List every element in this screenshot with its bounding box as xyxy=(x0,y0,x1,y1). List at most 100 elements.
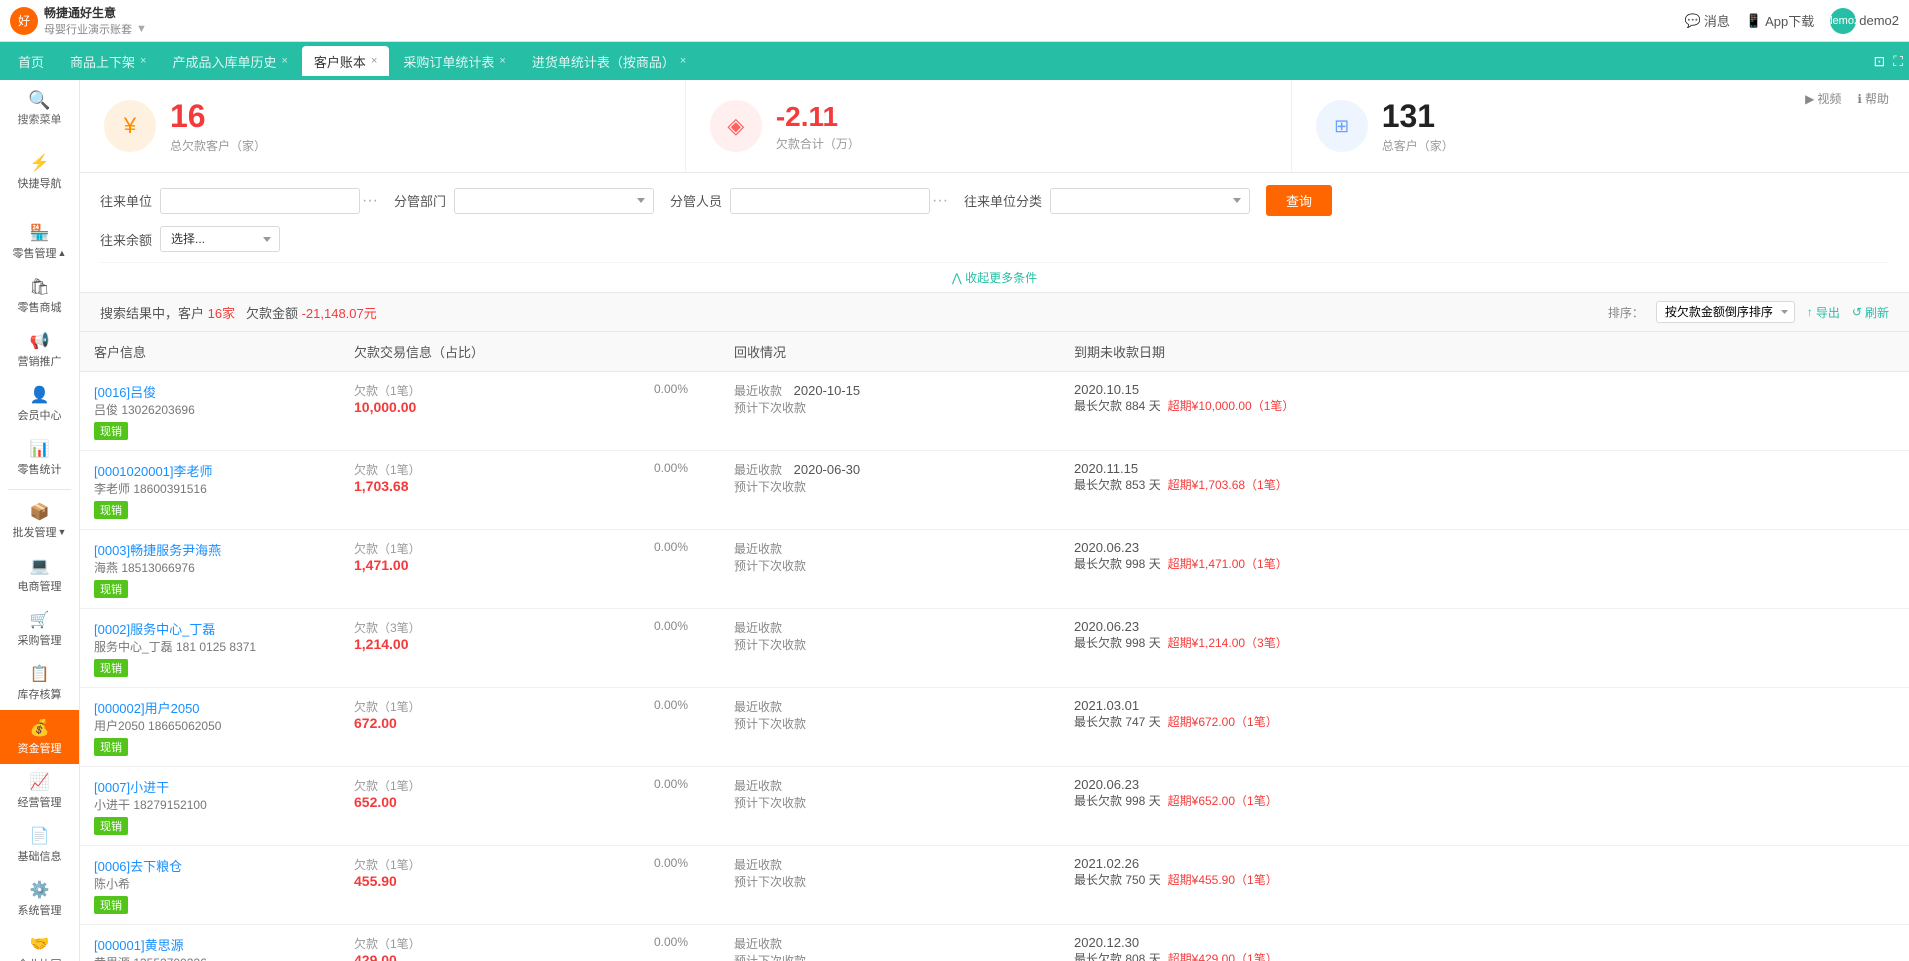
tab-restore-btn[interactable]: ⊡ xyxy=(1873,53,1885,70)
sort-select[interactable]: 按欠款金额倒序排序 xyxy=(1656,301,1795,323)
tab-purchase-product[interactable]: 进货单统计表（按商品） × xyxy=(520,46,698,76)
sidebar-item-finance[interactable]: 💰 资金管理 xyxy=(0,710,79,764)
export-btn[interactable]: ↑ 导出 xyxy=(1807,304,1840,321)
user-profile[interactable]: demo2 demo2 xyxy=(1830,8,1899,34)
cell-recovery-6: 最近收款 预计下次收款 xyxy=(720,846,1060,925)
overdue-link-6[interactable]: 超期¥455.90（1笔） xyxy=(1168,873,1278,887)
customer-name-6[interactable]: [0006]去下粮仓 xyxy=(94,856,326,875)
filter-collapse-btn[interactable]: ⋀ 收起更多条件 xyxy=(100,262,1889,292)
table-row: [0007]小进干 小进干 18279152100 现销 欠款（1笔） 652.… xyxy=(80,767,1909,846)
sidebar-item-ecommerce[interactable]: 💻 电商管理 xyxy=(0,548,79,602)
sidebar-item-retail-mall[interactable]: 🛍 零售商城 xyxy=(0,269,79,323)
debt-amount-3[interactable]: 1,214.00 xyxy=(354,636,626,652)
help-icon: ℹ xyxy=(1857,92,1862,106)
sidebar-item-basic[interactable]: 📄 基础信息 xyxy=(0,818,79,872)
debt-amount-7[interactable]: 429.00 xyxy=(354,952,626,961)
app-download-btn[interactable]: 📱 App下载 xyxy=(1746,11,1814,30)
tab-close-products-history[interactable]: × xyxy=(281,55,287,67)
sidebar-search[interactable]: 🔍 搜索菜单 xyxy=(0,80,79,137)
overdue-link-1[interactable]: 超期¥1,703.68（1笔） xyxy=(1168,478,1288,492)
debt-count-5: 欠款（1笔） xyxy=(354,777,626,794)
tab-purchase-order[interactable]: 采购订单统计表 × xyxy=(391,46,517,76)
sidebar-item-member[interactable]: 👤 会员中心 xyxy=(0,377,79,431)
sidebar-item-batch-mgmt[interactable]: 📦 批发管理 ▼ xyxy=(0,494,79,548)
table-row: [000002]用户2050 用户2050 18665062050 现销 欠款（… xyxy=(80,688,1909,767)
customer-name-0[interactable]: [0016]吕俊 xyxy=(94,382,326,401)
video-btn[interactable]: ▶ 视频 xyxy=(1805,90,1841,107)
stat-info-total: 131 总客户（家） xyxy=(1382,98,1454,154)
cell-customer-info-1: [0001020001]李老师 李老师 18600391516 现销 xyxy=(80,451,340,530)
tabs-controls: ⊡ ⛶ xyxy=(1873,53,1903,70)
overdue-link-4[interactable]: 超期¥672.00（1笔） xyxy=(1168,715,1278,729)
cell-due-date-5: 2020.06.23 最长欠款 998 天 超期¥652.00（1笔） xyxy=(1060,767,1909,846)
sidebar-item-marketing[interactable]: 📢 营销推广 xyxy=(0,323,79,377)
source-unit-more[interactable]: ··· xyxy=(362,192,378,210)
sidebar-item-operations[interactable]: 📈 经营管理 xyxy=(0,764,79,818)
debt-amount-4[interactable]: 672.00 xyxy=(354,715,626,731)
tab-close-purchase-order[interactable]: × xyxy=(499,55,505,67)
debt-count-7: 欠款（1笔） xyxy=(354,935,626,952)
tab-maximize-btn[interactable]: ⛶ xyxy=(1893,53,1903,70)
message-btn[interactable]: 💬 消息 xyxy=(1685,11,1730,30)
next-collect-0: 预计下次收款 xyxy=(734,399,1046,416)
debt-amount-6[interactable]: 455.90 xyxy=(354,873,626,889)
message-icon: 💬 xyxy=(1685,13,1701,29)
cell-debt-percent-6: 0.00% xyxy=(640,846,720,925)
balance-select[interactable]: 选择... xyxy=(160,226,280,252)
debt-amount-1[interactable]: 1,703.68 xyxy=(354,478,626,494)
sidebar-item-enterprise[interactable]: 🤝 企业协同 xyxy=(0,926,79,961)
sidebar-item-purchase[interactable]: 🛒 采购管理 xyxy=(0,602,79,656)
search-icon: 🔍 xyxy=(0,90,79,111)
customer-tag-2: 现销 xyxy=(94,580,128,598)
search-button[interactable]: 查询 xyxy=(1266,185,1332,216)
total-customers-icon: ⊞ xyxy=(1316,100,1368,152)
sidebar-item-retail-stats[interactable]: 📊 零售统计 xyxy=(0,431,79,485)
cell-recovery-3: 最近收款 预计下次收款 xyxy=(720,609,1060,688)
due-date-6: 2021.02.26 xyxy=(1074,856,1895,871)
tab-close-customer-account[interactable]: × xyxy=(371,55,377,67)
customer-name-3[interactable]: [0002]服务中心_丁磊 xyxy=(94,619,326,638)
due-date-4: 2021.03.01 xyxy=(1074,698,1895,713)
unit-type-select[interactable] xyxy=(1050,188,1250,214)
manager-more[interactable]: ··· xyxy=(932,192,948,210)
cell-customer-info-4: [000002]用户2050 用户2050 18665062050 现销 xyxy=(80,688,340,767)
customer-debt-table: 客户信息 欠款交易信息（占比） 回收情况 到期未收款日期 [0016]吕俊 吕俊… xyxy=(80,332,1909,961)
filter-balance: 往来余额 选择... xyxy=(100,226,280,252)
tab-close-products-offline[interactable]: × xyxy=(140,55,146,67)
debt-amount-2[interactable]: 1,471.00 xyxy=(354,557,626,573)
help-btn[interactable]: ℹ 帮助 xyxy=(1857,90,1889,107)
dept-select[interactable] xyxy=(454,188,654,214)
tab-customer-account[interactable]: 客户账本 × xyxy=(302,46,389,76)
sidebar-item-quick-nav[interactable]: ⚡ 快捷导航 xyxy=(0,145,79,199)
customer-name-7[interactable]: [000001]黄思源 xyxy=(94,935,326,954)
customer-name-2[interactable]: [0003]畅捷服务尹海燕 xyxy=(94,540,326,559)
sidebar-item-inventory[interactable]: 📋 库存核算 xyxy=(0,656,79,710)
source-unit-input[interactable] xyxy=(160,188,360,214)
debt-amount-5[interactable]: 652.00 xyxy=(354,794,626,810)
customer-contact-7: 黄思源 13552700226 xyxy=(94,954,326,961)
cell-debt-percent-0: 0.00% xyxy=(640,372,720,451)
overdue-link-3[interactable]: 超期¥1,214.00（3笔） xyxy=(1168,636,1288,650)
stat-info-debt: -2.11 欠款合计（万） xyxy=(776,101,860,152)
customer-name-4[interactable]: [000002]用户2050 xyxy=(94,698,326,717)
cell-due-date-6: 2021.02.26 最长欠款 750 天 超期¥455.90（1笔） xyxy=(1060,846,1909,925)
tab-products-offline[interactable]: 商品上下架 × xyxy=(58,46,158,76)
sidebar-item-system[interactable]: ⚙️ 系统管理 xyxy=(0,872,79,926)
refresh-btn[interactable]: ↺ 刷新 xyxy=(1852,304,1889,321)
customer-name-5[interactable]: [0007]小进干 xyxy=(94,777,326,796)
overdue-link-2[interactable]: 超期¥1,471.00（1笔） xyxy=(1168,557,1288,571)
overdue-link-5[interactable]: 超期¥652.00（1笔） xyxy=(1168,794,1278,808)
manager-input[interactable] xyxy=(730,188,930,214)
sidebar-item-retail-mgmt[interactable]: 🏪 零售管理 ▲ xyxy=(0,215,79,269)
customer-name-1[interactable]: [0001020001]李老师 xyxy=(94,461,326,480)
cell-customer-info-6: [0006]去下粮仓 陈小希 现销 xyxy=(80,846,340,925)
overdue-link-7[interactable]: 超期¥429.00（1笔） xyxy=(1168,952,1278,961)
overdue-link-0[interactable]: 超期¥10,000.00（1笔） xyxy=(1168,399,1295,413)
tab-products-history[interactable]: 产成品入库单历史 × xyxy=(160,46,299,76)
tab-close-purchase-product[interactable]: × xyxy=(680,55,686,67)
debt-amount-0[interactable]: 10,000.00 xyxy=(354,399,626,415)
customer-tag-6: 现销 xyxy=(94,896,128,914)
tab-home[interactable]: 首页 xyxy=(6,46,56,76)
cell-due-date-4: 2021.03.01 最长欠款 747 天 超期¥672.00（1笔） xyxy=(1060,688,1909,767)
video-icon: ▶ xyxy=(1805,92,1814,106)
